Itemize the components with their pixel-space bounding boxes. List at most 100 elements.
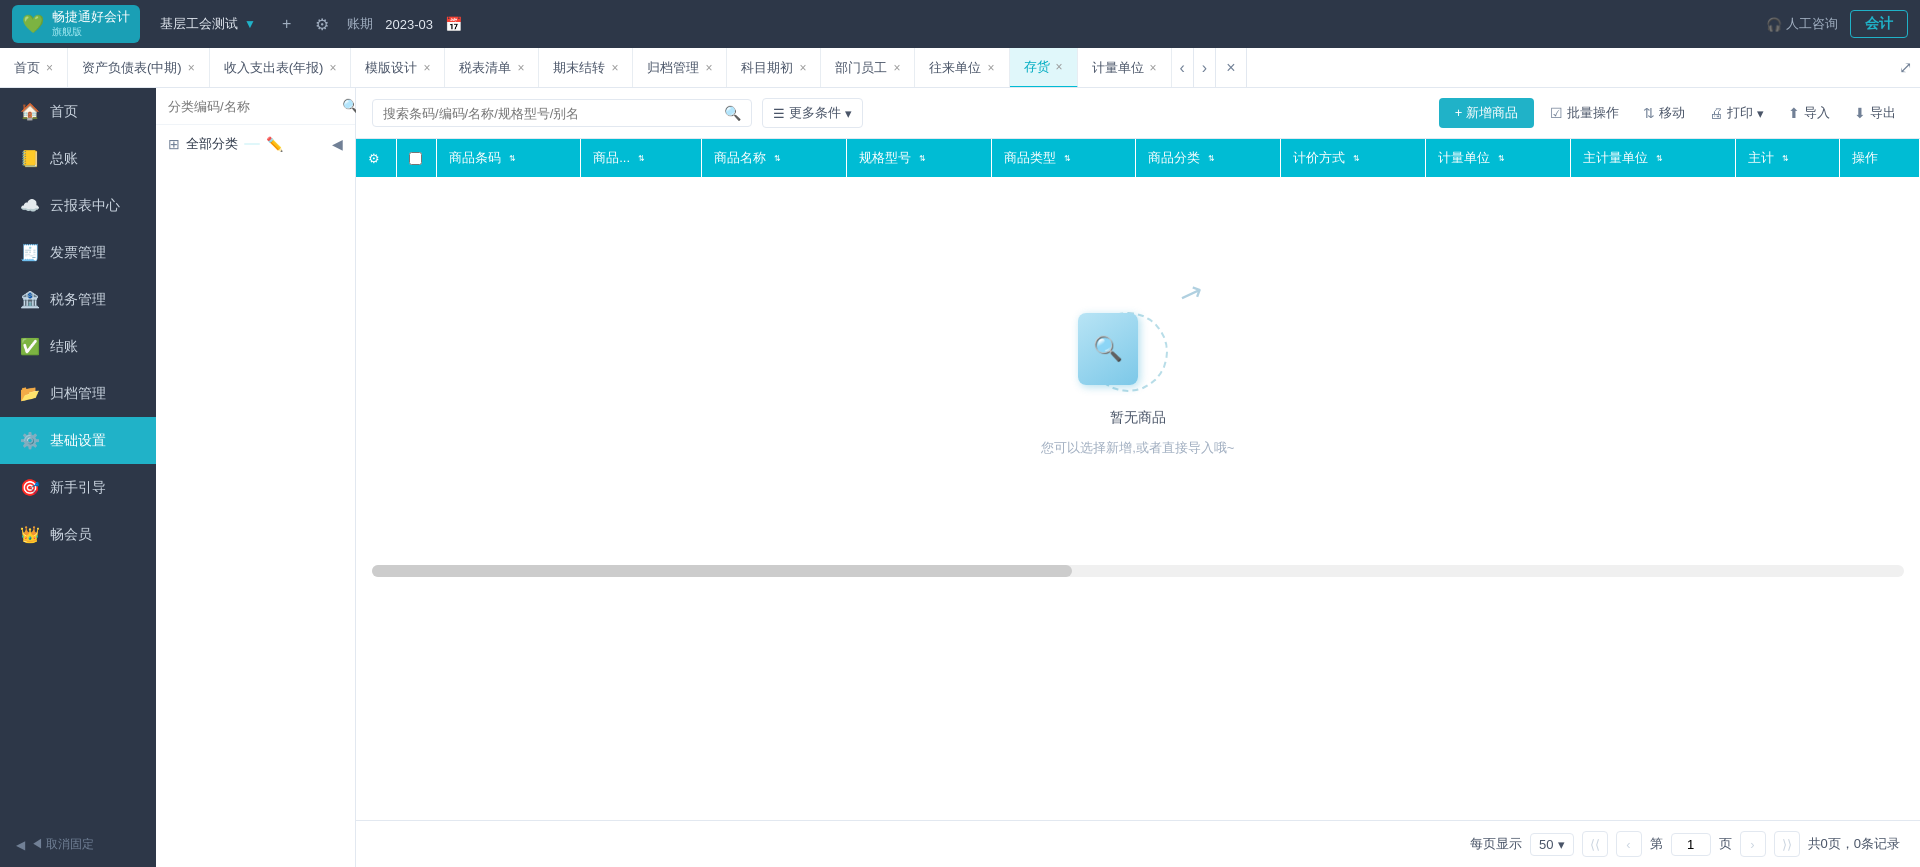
- th-checkbox[interactable]: [396, 139, 436, 177]
- th-pricing-label: 计价方式: [1293, 149, 1345, 167]
- per-page-select[interactable]: 50 ▾: [1530, 833, 1573, 856]
- kuaiji-badge[interactable]: 会计: [1850, 10, 1908, 38]
- tab-template[interactable]: 模版设计 ×: [351, 48, 445, 88]
- tab-income-close[interactable]: ×: [329, 61, 336, 75]
- main-unit-sort-icon[interactable]: ⇅: [1656, 154, 1663, 163]
- sidebar-item-close[interactable]: ✅ 结账: [0, 323, 156, 370]
- main-sort-icon[interactable]: ⇅: [1782, 154, 1789, 163]
- scrollbar-thumb[interactable]: [372, 565, 1072, 577]
- th-pricing[interactable]: 计价方式 ⇅: [1281, 139, 1426, 177]
- tab-next-btn[interactable]: ›: [1194, 48, 1216, 88]
- next-page-btn[interactable]: ›: [1740, 831, 1766, 857]
- th-main[interactable]: 主计 ⇅: [1735, 139, 1839, 177]
- settings-btn[interactable]: ⚙: [309, 11, 335, 38]
- tab-dept-close[interactable]: ×: [893, 61, 900, 75]
- th-category[interactable]: 商品分类 ⇅: [1136, 139, 1281, 177]
- workspace-arrow-icon: ▼: [244, 17, 256, 31]
- select-all-checkbox[interactable]: [409, 152, 422, 165]
- product-search-input[interactable]: [383, 106, 718, 121]
- last-page-btn[interactable]: ⟩⟩: [1774, 831, 1800, 857]
- spec-sort-icon[interactable]: ⇅: [919, 154, 926, 163]
- unit-sort-icon[interactable]: ⇅: [1498, 154, 1505, 163]
- tab-balance-sheet[interactable]: 资产负债表(中期) ×: [68, 48, 210, 88]
- tab-tax[interactable]: 税表清单 ×: [445, 48, 539, 88]
- move-label: 移动: [1659, 104, 1685, 122]
- grid-icon[interactable]: ⊞: [168, 136, 180, 152]
- th-spec[interactable]: 规格型号 ⇅: [846, 139, 991, 177]
- th-action-label: 操作: [1852, 149, 1878, 167]
- tab-archive-close[interactable]: ×: [705, 61, 712, 75]
- category-search-input[interactable]: [168, 99, 336, 114]
- edit-icon[interactable]: ✏️: [266, 136, 283, 152]
- export-icon: ⬇: [1854, 105, 1866, 121]
- close-all-icon: ×: [1226, 59, 1235, 77]
- tab-unit[interactable]: 计量单位 ×: [1078, 48, 1172, 88]
- th-settings[interactable]: ⚙: [356, 139, 396, 177]
- tab-archive[interactable]: 归档管理 ×: [633, 48, 727, 88]
- th-type[interactable]: 商品类型 ⇅: [991, 139, 1136, 177]
- print-btn[interactable]: 🖨 打印 ▾: [1701, 99, 1772, 127]
- unpin-btn[interactable]: ◀ ◀ 取消固定: [0, 822, 156, 867]
- category-sort-icon[interactable]: ⇅: [1208, 154, 1215, 163]
- logo-area[interactable]: 💚 畅捷通好会计 旗舰版: [12, 5, 140, 43]
- tab-tax-close[interactable]: ×: [517, 61, 524, 75]
- calendar-icon[interactable]: 📅: [445, 16, 462, 32]
- tab-period-close[interactable]: ×: [611, 61, 618, 75]
- sidebar-item-ledger[interactable]: 📒 总账: [0, 135, 156, 182]
- batch-btn[interactable]: ☑ 批量操作: [1542, 99, 1627, 127]
- tab-inventory-close[interactable]: ×: [1056, 60, 1063, 74]
- first-page-btn[interactable]: ⟨⟨: [1582, 831, 1608, 857]
- page-number-input[interactable]: [1671, 833, 1711, 856]
- filter-btn[interactable]: ☰ 更多条件 ▾: [762, 98, 863, 128]
- add-workspace-btn[interactable]: +: [276, 11, 297, 37]
- type-sort-icon[interactable]: ⇅: [1064, 154, 1071, 163]
- th-name[interactable]: 商品名称 ⇅: [702, 139, 847, 177]
- export-btn[interactable]: ⬇ 导出: [1846, 99, 1904, 127]
- sidebar-item-settings[interactable]: ⚙️ 基础设置: [0, 417, 156, 464]
- sidebar-item-member[interactable]: 👑 畅会员: [0, 511, 156, 558]
- tab-dept[interactable]: 部门员工 ×: [821, 48, 915, 88]
- import-btn[interactable]: ⬆ 导入: [1780, 99, 1838, 127]
- move-btn[interactable]: ⇅ 移动: [1635, 99, 1693, 127]
- tab-subject-close[interactable]: ×: [799, 61, 806, 75]
- tab-home-close[interactable]: ×: [46, 61, 53, 75]
- sidebar-item-report[interactable]: ☁️ 云报表中心: [0, 182, 156, 229]
- tab-subject[interactable]: 科目期初 ×: [727, 48, 821, 88]
- tab-prev-btn[interactable]: ‹: [1172, 48, 1194, 88]
- pricing-sort-icon[interactable]: ⇅: [1353, 154, 1360, 163]
- page-prefix: 第: [1650, 835, 1663, 853]
- tab-partner[interactable]: 往来单位 ×: [915, 48, 1009, 88]
- tab-home[interactable]: 首页 ×: [0, 48, 68, 88]
- tab-expand-btn[interactable]: ⤢: [1891, 48, 1920, 88]
- tab-partner-close[interactable]: ×: [987, 61, 994, 75]
- horizontal-scrollbar[interactable]: [372, 565, 1904, 577]
- collapse-icon[interactable]: ◀: [332, 136, 343, 152]
- sidebar-item-home[interactable]: 🏠 首页: [0, 88, 156, 135]
- tab-inventory[interactable]: 存货 ×: [1010, 48, 1078, 88]
- tab-unit-close[interactable]: ×: [1150, 61, 1157, 75]
- th-main-unit[interactable]: 主计量单位 ⇅: [1570, 139, 1735, 177]
- service-btn[interactable]: 🎧 人工咨询: [1766, 15, 1838, 33]
- tax-icon: 🏦: [20, 290, 40, 309]
- tab-income[interactable]: 收入支出表(年报) ×: [210, 48, 352, 88]
- sidebar-item-guide[interactable]: 🎯 新手引导: [0, 464, 156, 511]
- code-sort-icon[interactable]: ⇅: [638, 154, 645, 163]
- th-code[interactable]: 商品... ⇅: [581, 139, 702, 177]
- sidebar-item-tax[interactable]: 🏦 税务管理: [0, 276, 156, 323]
- workspace-selector[interactable]: 基层工会测试 ▼: [152, 11, 264, 37]
- search-icon[interactable]: 🔍: [724, 105, 741, 121]
- barcode-sort-icon[interactable]: ⇅: [509, 154, 516, 163]
- tab-template-close[interactable]: ×: [423, 61, 430, 75]
- tab-close-all-btn[interactable]: ×: [1216, 48, 1246, 88]
- tab-period[interactable]: 期末结转 ×: [539, 48, 633, 88]
- tab-balance-close[interactable]: ×: [188, 61, 195, 75]
- th-type-label: 商品类型: [1004, 149, 1056, 167]
- th-barcode[interactable]: 商品条码 ⇅: [436, 139, 581, 177]
- add-product-btn[interactable]: + 新增商品: [1439, 98, 1534, 128]
- sidebar-item-invoice[interactable]: 🧾 发票管理: [0, 229, 156, 276]
- sidebar-item-archive[interactable]: 📂 归档管理: [0, 370, 156, 417]
- prev-page-btn[interactable]: ‹: [1616, 831, 1642, 857]
- right-main: 🔍 ☰ 更多条件 ▾ + 新增商品 ☑ 批量操作 ⇅: [356, 88, 1920, 867]
- name-sort-icon[interactable]: ⇅: [774, 154, 781, 163]
- th-unit[interactable]: 计量单位 ⇅: [1425, 139, 1570, 177]
